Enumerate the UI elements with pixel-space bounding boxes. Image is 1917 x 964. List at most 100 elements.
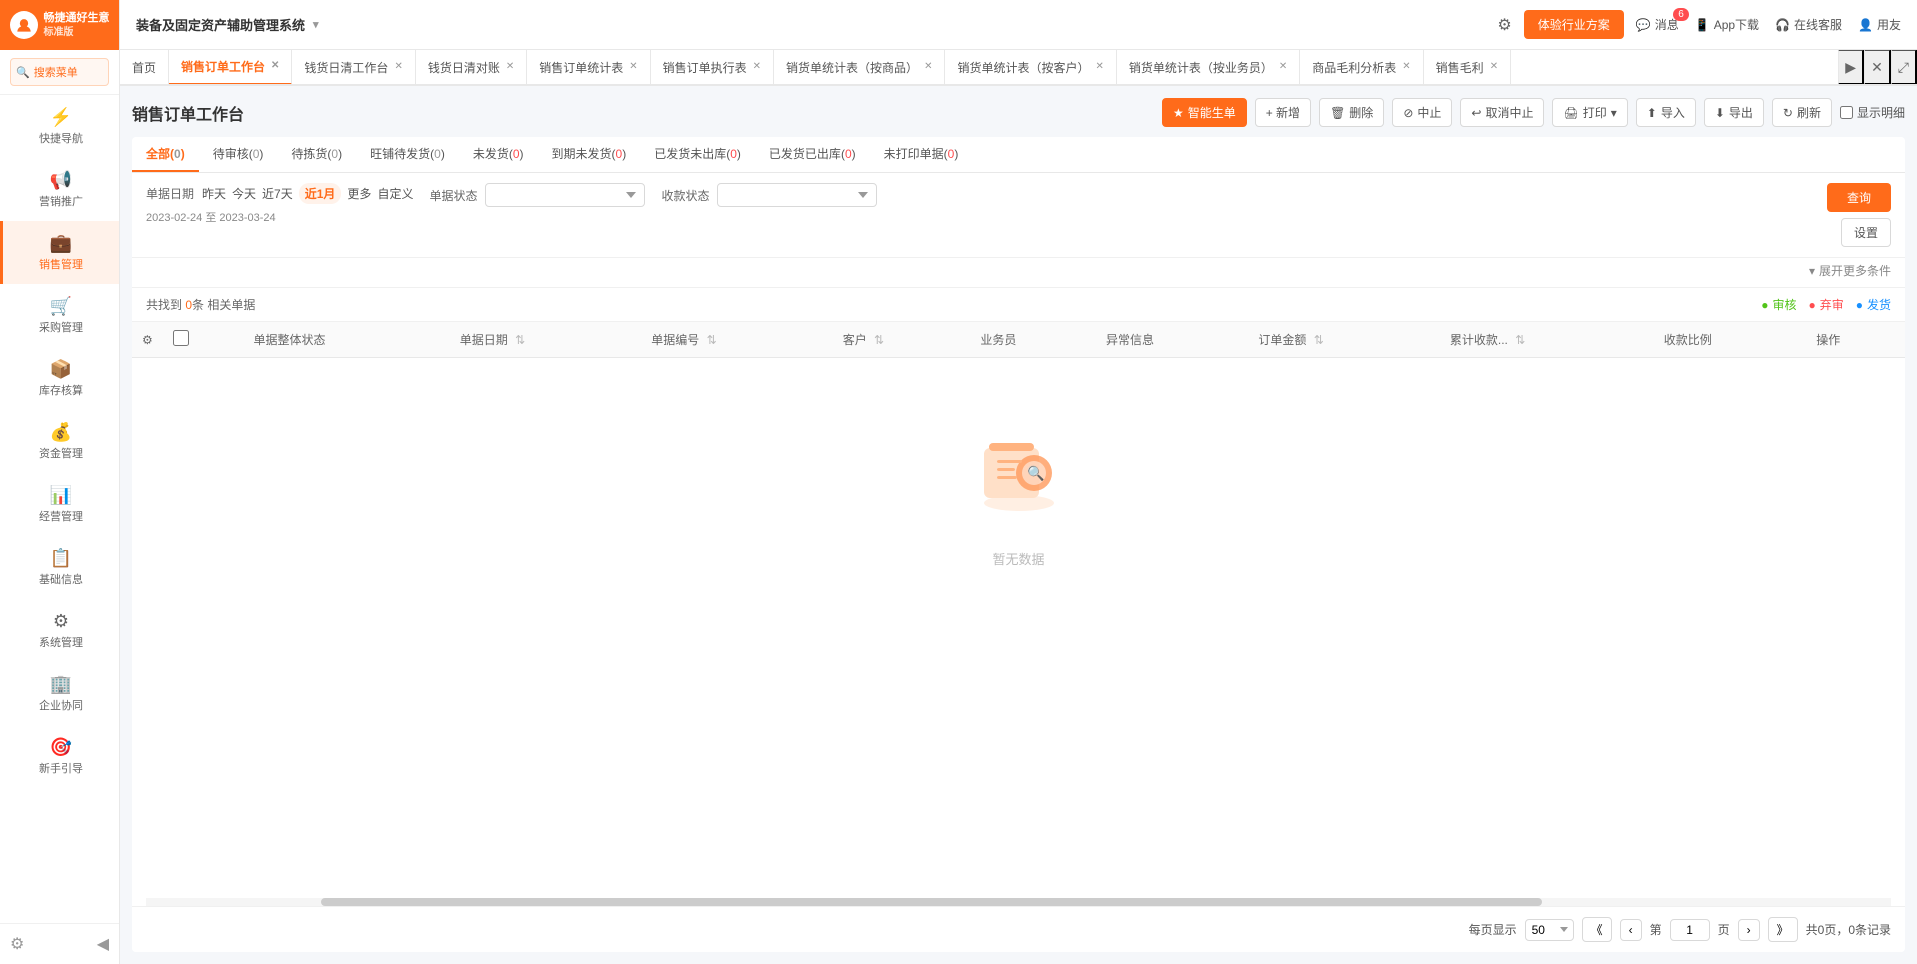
app-download-btn[interactable]: 📱 App下载 (1695, 16, 1759, 33)
header-gear-btn[interactable]: ⚙ (1497, 15, 1511, 35)
sort-icon: ⇅ (1314, 333, 1324, 347)
tab-close-icon[interactable]: ✕ (394, 62, 402, 72)
sidebar-search-btn[interactable]: 🔍 搜索菜单 (10, 58, 109, 86)
sidebar-settings-btn[interactable]: ⚙ (10, 934, 24, 954)
sidebar-item-operations[interactable]: 📊 经营管理 (0, 473, 119, 536)
tab-cash-daily[interactable]: 钱货日清工作台 ✕ (292, 50, 415, 85)
tab-goods-stats-product[interactable]: 销货单统计表（按商品） ✕ (774, 50, 945, 85)
tab-cash-reconcile[interactable]: 钱货日清对账 ✕ (416, 50, 527, 85)
sub-tab-shipped-not-out[interactable]: 已发货未出库(0) (640, 137, 755, 172)
add-btn[interactable]: + 新增 (1255, 98, 1311, 127)
sub-tab-unprinted[interactable]: 未打印单据(0) (870, 137, 973, 172)
sub-tab-pending-pickup[interactable]: 待拣货(0) (277, 137, 356, 172)
tab-close-icon[interactable]: ✕ (1095, 62, 1103, 72)
tab-home[interactable]: 首页 (120, 50, 169, 85)
sub-tab-shipped-out[interactable]: 已发货已出库(0) (755, 137, 870, 172)
status-select[interactable] (485, 183, 645, 207)
payment-select[interactable] (717, 183, 877, 207)
tab-close-icon[interactable]: ✕ (629, 62, 637, 72)
sidebar-item-marketing[interactable]: 📢 营销推广 (0, 158, 119, 221)
export-btn[interactable]: ⬇ 导出 (1704, 98, 1764, 127)
show-detail-label[interactable]: 显示明细 (1840, 104, 1905, 121)
print-btn[interactable]: 🖨 打印 ▾ (1552, 98, 1627, 127)
scrollbar-thumb[interactable] (321, 898, 1543, 906)
sidebar-item-enterprise[interactable]: 🏢 企业协同 (0, 662, 119, 725)
tab-close-icon[interactable]: ✕ (753, 62, 761, 72)
tab-scroll-right-btn[interactable]: ▶ (1838, 50, 1864, 85)
cancel-suspend-btn[interactable]: ↩ 取消中止 (1460, 98, 1544, 127)
select-all-checkbox[interactable] (173, 330, 189, 346)
sub-tab-all[interactable]: 全部(0) (132, 137, 199, 172)
online-service-btn[interactable]: 🎧 在线客服 (1775, 16, 1842, 33)
tab-close-all-btn[interactable]: ✕ (1864, 50, 1891, 85)
refresh-btn[interactable]: ↻ 刷新 (1772, 98, 1832, 127)
sidebar-item-guide[interactable]: 🎯 新手引导 (0, 725, 119, 788)
tab-close-icon[interactable]: ✕ (1279, 62, 1287, 72)
date-opt-7days[interactable]: 近7天 (262, 185, 293, 202)
show-detail-checkbox[interactable] (1840, 106, 1853, 119)
date-opt-more[interactable]: 更多 (347, 185, 371, 202)
col-collected-header[interactable]: 累计收款... ⇅ (1440, 322, 1654, 358)
tab-sales-stats[interactable]: 销售订单统计表 ✕ (527, 50, 650, 85)
date-range-display: 2023-02-24 至 2023-03-24 (146, 209, 413, 225)
sidebar-item-quick-nav[interactable]: ⚡ 快捷导航 (0, 95, 119, 158)
sub-tab-unshipped[interactable]: 未发货(0) (459, 137, 538, 172)
tab-close-icon[interactable]: ✕ (924, 62, 932, 72)
set-btn[interactable]: 设置 (1841, 218, 1891, 247)
query-btn[interactable]: 查询 (1827, 183, 1891, 212)
sub-tab-wangpu[interactable]: 旺铺待发货(0) (356, 137, 459, 172)
date-opt-yesterday[interactable]: 昨天 (202, 185, 226, 202)
tab-goods-stats-staff[interactable]: 销货单统计表（按业务员） ✕ (1117, 50, 1300, 85)
purchase-icon: 🛒 (50, 296, 72, 317)
page-number-input[interactable] (1670, 919, 1710, 941)
solution-btn[interactable]: 体验行业方案 (1524, 10, 1624, 39)
sidebar-item-purchase[interactable]: 🛒 采购管理 (0, 284, 119, 347)
filter-bar: 单据日期 昨天 今天 近7天 近1月 更多 自定义 2023-02-24 至 2… (132, 173, 1905, 258)
audit-btn[interactable]: ● 审核 (1761, 296, 1796, 313)
sidebar-item-finance[interactable]: 💰 资金管理 (0, 410, 119, 473)
table-scroll[interactable]: ⚙ 单据整体状态 单据日期 ⇅ 单据编号 (132, 322, 1905, 898)
tab-fullscreen-btn[interactable]: ⤢ (1891, 50, 1917, 85)
user-btn[interactable]: 👤 用友 (1858, 16, 1901, 33)
horizontal-scrollbar[interactable] (146, 898, 1891, 906)
tab-sales-more[interactable]: 销售毛利 ✕ (1424, 50, 1511, 85)
sidebar-collapse-btn[interactable]: ◀ (97, 934, 109, 954)
tab-close-icon[interactable]: ✕ (271, 61, 279, 71)
deliver-btn[interactable]: ● 发货 (1856, 296, 1891, 313)
date-opt-today[interactable]: 今天 (232, 185, 256, 202)
message-btn[interactable]: 💬 消息 6 (1636, 16, 1679, 33)
abandon-btn[interactable]: ● 弃审 (1808, 296, 1843, 313)
col-customer-header[interactable]: 客户 ⇅ (833, 322, 971, 358)
sidebar-item-inventory[interactable]: 📦 库存核算 (0, 347, 119, 410)
col-settings[interactable]: ⚙ (132, 322, 163, 358)
suspend-btn[interactable]: ⊘ 中止 (1392, 98, 1452, 127)
tab-sales-workbench[interactable]: 销售订单工作台 ✕ (169, 50, 292, 85)
per-page-select[interactable]: 50 100 (1525, 919, 1574, 941)
tab-goods-stats-customer[interactable]: 销货单统计表（按客户） ✕ (945, 50, 1116, 85)
main-area: 装备及固定资产辅助管理系统 ▾ ⚙ 体验行业方案 💬 消息 6 📱 App下载 … (120, 0, 1917, 964)
tab-close-icon[interactable]: ✕ (1490, 62, 1498, 72)
tab-close-icon[interactable]: ✕ (506, 62, 514, 72)
date-opt-1month[interactable]: 近1月 (299, 183, 342, 204)
expand-btn[interactable]: ▾ 展开更多条件 (1809, 262, 1891, 279)
page-last-btn[interactable]: 》 (1768, 917, 1798, 942)
sub-tab-pending-review[interactable]: 待审核(0) (199, 137, 278, 172)
smart-create-btn[interactable]: ★ 智能生单 (1162, 98, 1247, 127)
page-next-btn[interactable]: › (1738, 919, 1760, 941)
sidebar-item-sales[interactable]: 💼 销售管理 (0, 221, 119, 284)
tab-sales-exec[interactable]: 销售订单执行表 ✕ (651, 50, 774, 85)
col-number-header[interactable]: 单据编号 ⇅ (641, 322, 832, 358)
delete-btn[interactable]: 🗑 删除 (1319, 98, 1384, 127)
import-btn[interactable]: ⬆ 导入 (1636, 98, 1696, 127)
page-first-btn[interactable]: 《 (1582, 917, 1612, 942)
sidebar-item-basic-info[interactable]: 📋 基础信息 (0, 536, 119, 599)
page-prev-btn[interactable]: ‹ (1620, 919, 1642, 941)
date-opt-custom[interactable]: 自定义 (377, 185, 413, 202)
sub-tab-expired-unshipped[interactable]: 到期未发货(0) (538, 137, 641, 172)
tab-close-icon[interactable]: ✕ (1402, 62, 1410, 72)
col-amount-header[interactable]: 订单金额 ⇅ (1248, 322, 1439, 358)
tab-goods-margin[interactable]: 商品毛利分析表 ✕ (1300, 50, 1423, 85)
col-date-header[interactable]: 单据日期 ⇅ (450, 322, 641, 358)
inventory-icon: 📦 (50, 359, 72, 380)
sidebar-item-system[interactable]: ⚙ 系统管理 (0, 599, 119, 662)
